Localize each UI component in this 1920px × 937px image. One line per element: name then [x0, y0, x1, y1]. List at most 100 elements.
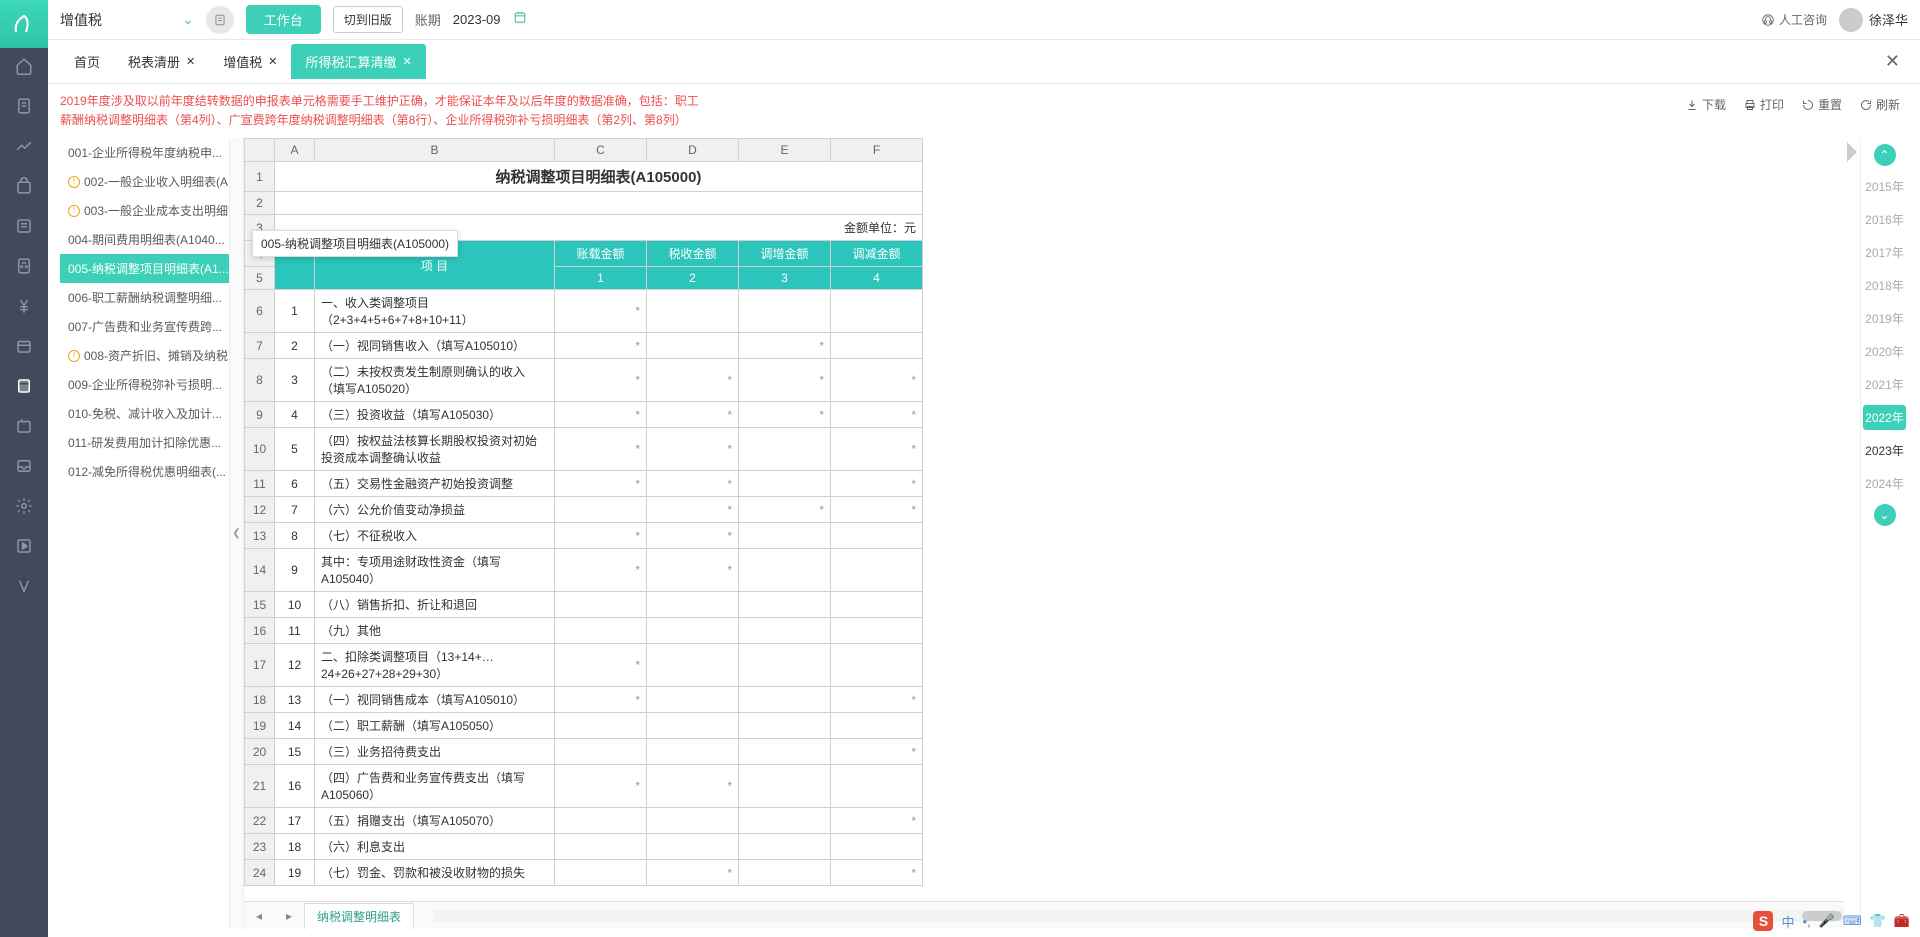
nav-doc-icon[interactable]: [14, 96, 34, 116]
sheet-row[interactable]: 138（七）不征税收入**: [245, 523, 923, 549]
form-list-item[interactable]: !008-资产折旧、摊销及纳税...: [60, 341, 229, 370]
tab-税表清册[interactable]: 税表清册✕: [114, 44, 209, 79]
ime-badge-icon[interactable]: S: [1753, 911, 1773, 931]
horizontal-scrollbar[interactable]: [434, 910, 1844, 922]
sheet-row[interactable]: 1712二、扣除类调整项目（13+14+…24+26+27+28+29+30）*: [245, 644, 923, 687]
tab-增值税[interactable]: 增值税✕: [209, 44, 291, 79]
year-button[interactable]: 2019年: [1863, 306, 1906, 331]
year-button[interactable]: 2017年: [1863, 240, 1906, 265]
ime-mic-icon[interactable]: 🎤: [1819, 913, 1835, 929]
switch-old-version-button[interactable]: 切到旧版: [333, 6, 403, 33]
sheet-row[interactable]: 2318（六）利息支出: [245, 834, 923, 860]
support-link[interactable]: 人工咨询: [1761, 11, 1827, 28]
user-menu[interactable]: 徐泽华: [1839, 8, 1908, 32]
topbar: 增值税 ⌄ 工作台 切到旧版 账期 2023-09 人工咨询 徐泽华: [48, 0, 1920, 40]
warning-dot-icon: !: [68, 350, 80, 362]
form-list-item[interactable]: 004-期间费用明细表(A1040...: [60, 225, 229, 254]
download-button[interactable]: 下载: [1686, 96, 1726, 113]
ime-punct-icon[interactable]: •,: [1803, 914, 1811, 929]
form-list-item[interactable]: 007-广告费和业务宣传费跨...: [60, 312, 229, 341]
nav-tax-icon[interactable]: [14, 376, 34, 396]
warning-dot-icon: !: [68, 205, 80, 217]
period-value[interactable]: 2023-09: [453, 12, 501, 27]
nav-list-icon[interactable]: [14, 216, 34, 236]
sheet-row[interactable]: 149 其中：专项用途财政性资金（填写A105040）**: [245, 549, 923, 592]
year-button[interactable]: 2022年: [1863, 405, 1906, 430]
module-selector[interactable]: 增值税 ⌄: [60, 10, 194, 30]
nav-calc-icon[interactable]: [14, 256, 34, 276]
year-button[interactable]: 2021年: [1863, 372, 1906, 397]
sheet-row[interactable]: 116（五）交易性金融资产初始投资调整***: [245, 471, 923, 497]
reset-button[interactable]: 重置: [1802, 96, 1842, 113]
close-all-tabs-button[interactable]: ✕: [1885, 51, 1900, 72]
nav-home-icon[interactable]: [14, 56, 34, 76]
year-button[interactable]: 2023年: [1863, 438, 1906, 463]
ime-toolbox-icon[interactable]: 🧰: [1894, 913, 1910, 929]
tab-close-icon[interactable]: ✕: [268, 55, 277, 68]
warning-text: 2019年度涉及取以前年度结转数据的申报表单元格需要手工维护正确，才能保证本年及…: [60, 92, 710, 130]
tab-bar: 首页税表清册✕增值税✕所得税汇算清缴✕ ✕: [48, 40, 1920, 84]
sheet-row[interactable]: 94（三）投资收益（填写A105030）****: [245, 402, 923, 428]
sheet-row[interactable]: 2217（五）捐赠支出（填写A105070）*: [245, 808, 923, 834]
form-list-item[interactable]: 012-减免所得税优惠明细表(...: [60, 457, 229, 486]
nav-v-icon[interactable]: [14, 576, 34, 596]
app-logo-icon: [12, 12, 36, 36]
expand-panel-handle[interactable]: [1844, 138, 1860, 929]
tab-close-icon[interactable]: ✕: [403, 55, 412, 68]
sheet-row[interactable]: 1813（一）视同销售成本（填写A105010）**: [245, 687, 923, 713]
ime-keyboard-icon[interactable]: ⌨: [1843, 913, 1862, 929]
calendar-icon[interactable]: [513, 10, 527, 29]
year-button[interactable]: 2018年: [1863, 273, 1906, 298]
sheet-row[interactable]: 2419（七）罚金、罚款和被没收财物的损失**: [245, 860, 923, 886]
form-list: 001-企业所得税年度纳税申...!002-一般企业收入明细表(A...!003…: [60, 138, 230, 929]
sheet-nav-buttons[interactable]: ◂▸: [244, 909, 304, 923]
year-button[interactable]: 2016年: [1863, 207, 1906, 232]
ime-skin-icon[interactable]: 👕: [1870, 913, 1886, 929]
form-list-item[interactable]: !003-一般企业成本支出明细...: [60, 196, 229, 225]
year-button[interactable]: 2024年: [1863, 471, 1906, 496]
nav-bag-icon[interactable]: [14, 176, 34, 196]
sheet-row[interactable]: 127（六）公允价值变动净损益***: [245, 497, 923, 523]
nav-folder-icon[interactable]: [14, 416, 34, 436]
form-list-item[interactable]: 005-纳税调整项目明细表(A1...: [60, 254, 229, 283]
round-menu-button[interactable]: [206, 6, 234, 34]
sheet-row[interactable]: 2015（三）业务招待费支出*: [245, 739, 923, 765]
form-list-item[interactable]: !002-一般企业收入明细表(A...: [60, 167, 229, 196]
sheet-row[interactable]: 1510（八）销售折扣、折让和退回: [245, 592, 923, 618]
nav-currency-icon[interactable]: [14, 296, 34, 316]
sheet-row[interactable]: 61一、收入类调整项目（2+3+4+5+6+7+8+10+11）*: [245, 290, 923, 333]
sheet-row[interactable]: 1611（九）其他: [245, 618, 923, 644]
refresh-button[interactable]: 刷新: [1860, 96, 1900, 113]
nav-chart-icon[interactable]: [14, 136, 34, 156]
scroll-years-up-button[interactable]: ⌃: [1874, 144, 1896, 166]
year-button[interactable]: 2015年: [1863, 174, 1906, 199]
nav-box-icon[interactable]: [14, 336, 34, 356]
sheet-row[interactable]: 105（四）按权益法核算长期股权投资对初始投资成本调整确认收益***: [245, 428, 923, 471]
sheet-row[interactable]: 1914（二）职工薪酬（填写A105050）: [245, 713, 923, 739]
tab-所得税汇算清缴[interactable]: 所得税汇算清缴✕: [291, 44, 425, 79]
form-list-item[interactable]: 010-免税、减计收入及加计...: [60, 399, 229, 428]
form-list-item[interactable]: 006-职工薪酬纳税调整明细...: [60, 283, 229, 312]
nav-inbox-icon[interactable]: [14, 456, 34, 476]
collapse-form-list-handle[interactable]: ❮: [230, 138, 244, 929]
year-rail: ⌃ 2015年 2016年 2017年 2018年 2019年 2020年 2021年 202…: [1860, 138, 1908, 929]
sheet-row[interactable]: 83（二）未按权责发生制原则确认的收入（填写A105020）****: [245, 359, 923, 402]
ime-toolbar: S 中 •, 🎤 ⌨ 👕 🧰: [1753, 911, 1910, 931]
spreadsheet-grid[interactable]: ABCDEF1纳税调整项目明细表(A105000)23金额单位：元4项 目账载金…: [244, 138, 1844, 901]
sheet-row[interactable]: 72（一）视同销售收入（填写A105010）**: [245, 333, 923, 359]
nav-play-icon[interactable]: [14, 536, 34, 556]
scroll-years-down-button[interactable]: ⌄: [1874, 504, 1896, 526]
form-list-item[interactable]: 011-研发费用加计扣除优惠...: [60, 428, 229, 457]
ime-lang-toggle[interactable]: 中: [1781, 912, 1794, 931]
sheet-row[interactable]: 2116（四）广告费和业务宣传费支出（填写A105060）**: [245, 765, 923, 808]
tab-close-icon[interactable]: ✕: [186, 55, 195, 68]
nav-gear-icon[interactable]: [14, 496, 34, 516]
workbench-button[interactable]: 工作台: [246, 5, 321, 34]
sheet-tab[interactable]: 纳税调整明细表: [304, 903, 414, 929]
form-list-item[interactable]: 001-企业所得税年度纳税申...: [60, 138, 229, 167]
tab-首页[interactable]: 首页: [60, 44, 114, 79]
year-button[interactable]: 2020年: [1863, 339, 1906, 364]
print-button[interactable]: 打印: [1744, 96, 1784, 113]
form-list-item[interactable]: 009-企业所得税弥补亏损明...: [60, 370, 229, 399]
avatar-icon: [1839, 8, 1863, 32]
